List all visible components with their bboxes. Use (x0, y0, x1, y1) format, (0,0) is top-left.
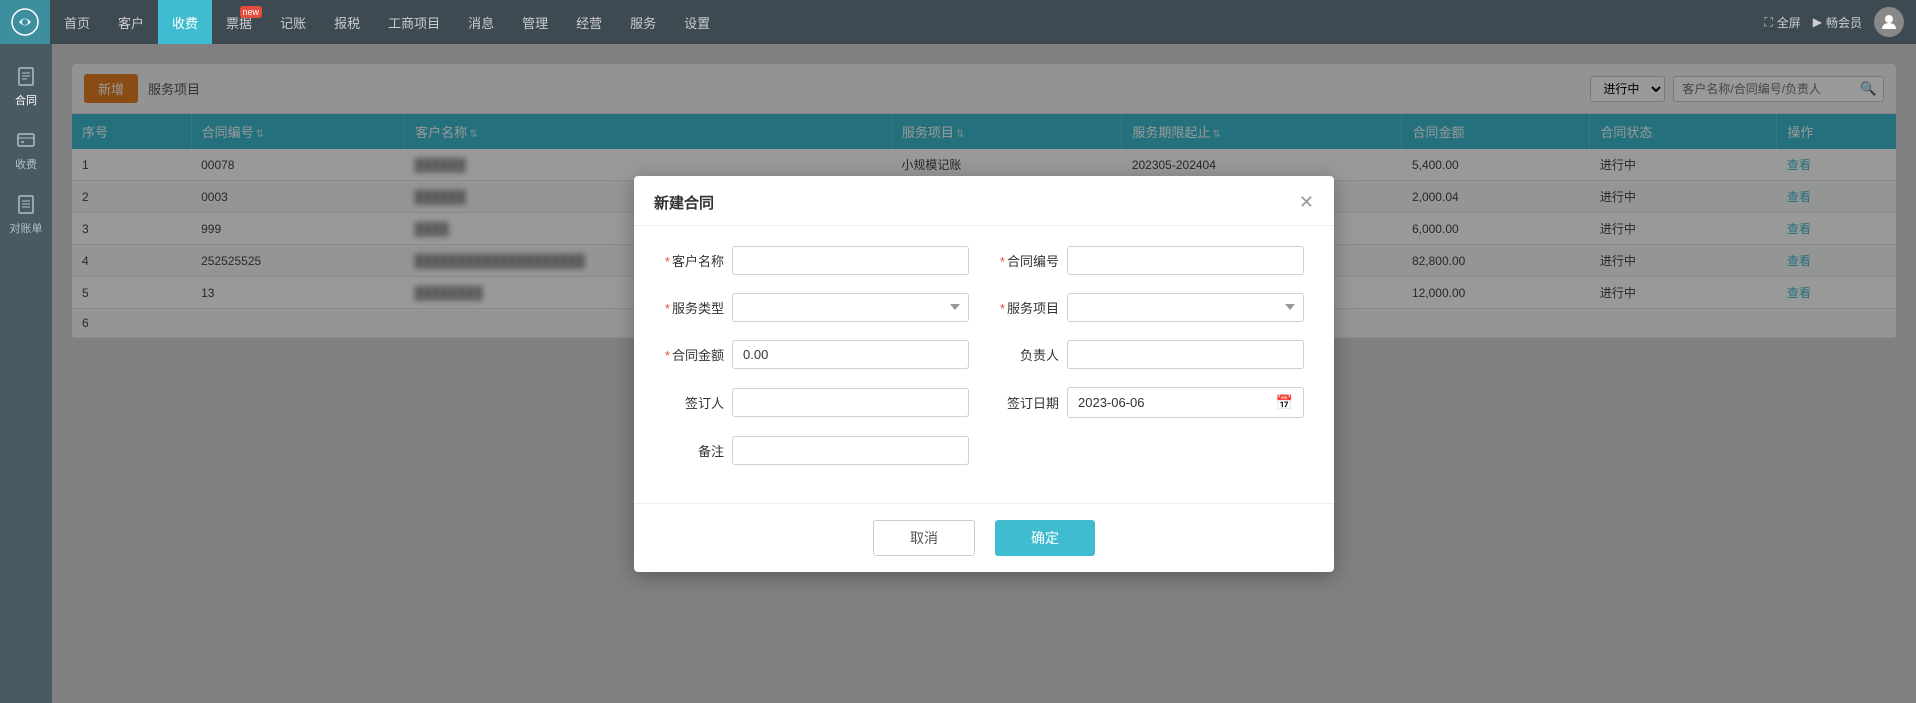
modal-header: 新建合同 ✕ (634, 176, 1334, 226)
signer-input[interactable] (732, 388, 969, 417)
form-group-responsible: 负责人 (999, 340, 1304, 369)
customer-label: *客户名称 (664, 251, 724, 270)
statement-icon (14, 192, 38, 216)
nav-item-settings[interactable]: 设置 (670, 0, 724, 44)
form-group-sign-date: 签订日期 2023-06-06 📅 (999, 387, 1304, 418)
modal-dialog: 新建合同 ✕ *客户名称 *合同编号 (634, 176, 1334, 572)
modal-overlay: 新建合同 ✕ *客户名称 *合同编号 (52, 44, 1916, 703)
member-button[interactable]: ▶ 畅会员 (1813, 14, 1862, 31)
form-group-amount: *合同金额 (664, 340, 969, 369)
nav-item-home[interactable]: 首页 (50, 0, 104, 44)
nav-item-operate[interactable]: 经营 (562, 0, 616, 44)
avatar[interactable] (1874, 7, 1904, 37)
note-label: 备注 (664, 441, 724, 460)
nav-item-customer[interactable]: 客户 (104, 0, 158, 44)
sidebar: 合同 收费 对账单 (0, 44, 52, 703)
nav-item-tax[interactable]: 报税 (320, 0, 374, 44)
content-area: 新增 服务项目 进行中 已完成 已终止 🔍 (52, 44, 1916, 703)
amount-label: *合同金额 (664, 345, 724, 364)
nav-item-bizproject[interactable]: 工商项目 (374, 0, 454, 44)
form-row-1: *客户名称 *合同编号 (664, 246, 1304, 275)
contract-icon (14, 64, 38, 88)
nav-item-fee[interactable]: 收费 (158, 0, 212, 44)
sidebar-item-contract[interactable]: 合同 (0, 54, 52, 118)
form-group-customer: *客户名称 (664, 246, 969, 275)
fullscreen-icon: ⛶ (1764, 15, 1772, 30)
modal-footer: 取消 确定 (634, 503, 1334, 572)
fullscreen-button[interactable]: ⛶ 全屏 (1764, 14, 1800, 31)
required-mark-5: * (665, 348, 670, 363)
modal-close-button[interactable]: ✕ (1299, 192, 1314, 213)
nav-item-manage[interactable]: 管理 (508, 0, 562, 44)
form-group-note: 备注 (664, 436, 969, 465)
form-row-5: 备注 (664, 436, 1304, 465)
amount-input[interactable] (732, 340, 969, 369)
nav-item-invoice[interactable]: 票据 new (212, 0, 266, 44)
modal-body: *客户名称 *合同编号 (634, 226, 1334, 503)
confirm-button[interactable]: 确定 (995, 520, 1095, 556)
nav-items: 首页 客户 收费 票据 new 记账 报税 工商项目 消息 管理 经营 服务 设… (50, 0, 1764, 44)
service-type-label: *服务类型 (664, 298, 724, 317)
service-project-select[interactable] (1067, 293, 1304, 322)
calendar-icon: 📅 (1276, 394, 1293, 411)
contract-no-label: *合同编号 (999, 251, 1059, 270)
modal-title: 新建合同 (654, 192, 714, 213)
form-row-3: *合同金额 负责人 (664, 340, 1304, 369)
nav-right: ⛶ 全屏 ▶ 畅会员 (1764, 7, 1916, 37)
nav-item-message[interactable]: 消息 (454, 0, 508, 44)
customer-name-input[interactable] (732, 246, 969, 275)
required-mark-2: * (1000, 254, 1005, 269)
note-input[interactable] (732, 436, 969, 465)
main-layout: 合同 收费 对账单 新增 服务项目 进行中 已完成 (0, 44, 1916, 703)
responsible-input[interactable] (1067, 340, 1304, 369)
service-type-select[interactable] (732, 293, 969, 322)
required-mark-4: * (1000, 301, 1005, 316)
form-row-4: 签订人 签订日期 2023-06-06 📅 (664, 387, 1304, 418)
form-group-contract-no: *合同编号 (999, 246, 1304, 275)
logo (0, 0, 50, 44)
cancel-button[interactable]: 取消 (873, 520, 975, 556)
form-group-service-type: *服务类型 (664, 293, 969, 322)
sign-date-input[interactable]: 2023-06-06 📅 (1067, 387, 1304, 418)
nav-item-service[interactable]: 服务 (616, 0, 670, 44)
form-row-2: *服务类型 *服务项目 (664, 293, 1304, 322)
sign-date-label: 签订日期 (999, 393, 1059, 412)
play-icon: ▶ (1813, 15, 1822, 29)
required-mark-3: * (665, 301, 670, 316)
sidebar-item-fee[interactable]: 收费 (0, 118, 52, 182)
top-nav: 首页 客户 收费 票据 new 记账 报税 工商项目 消息 管理 经营 服务 设… (0, 0, 1916, 44)
form-group-signer: 签订人 (664, 388, 969, 417)
responsible-label: 负责人 (999, 345, 1059, 364)
required-mark: * (665, 254, 670, 269)
fee-icon (14, 128, 38, 152)
form-group-service-project: *服务项目 (999, 293, 1304, 322)
service-project-label: *服务项目 (999, 298, 1059, 317)
sidebar-item-statement[interactable]: 对账单 (0, 182, 52, 246)
new-badge: new (240, 6, 263, 18)
signer-label: 签订人 (664, 393, 724, 412)
contract-no-input[interactable] (1067, 246, 1304, 275)
nav-item-bookkeeping[interactable]: 记账 (266, 0, 320, 44)
